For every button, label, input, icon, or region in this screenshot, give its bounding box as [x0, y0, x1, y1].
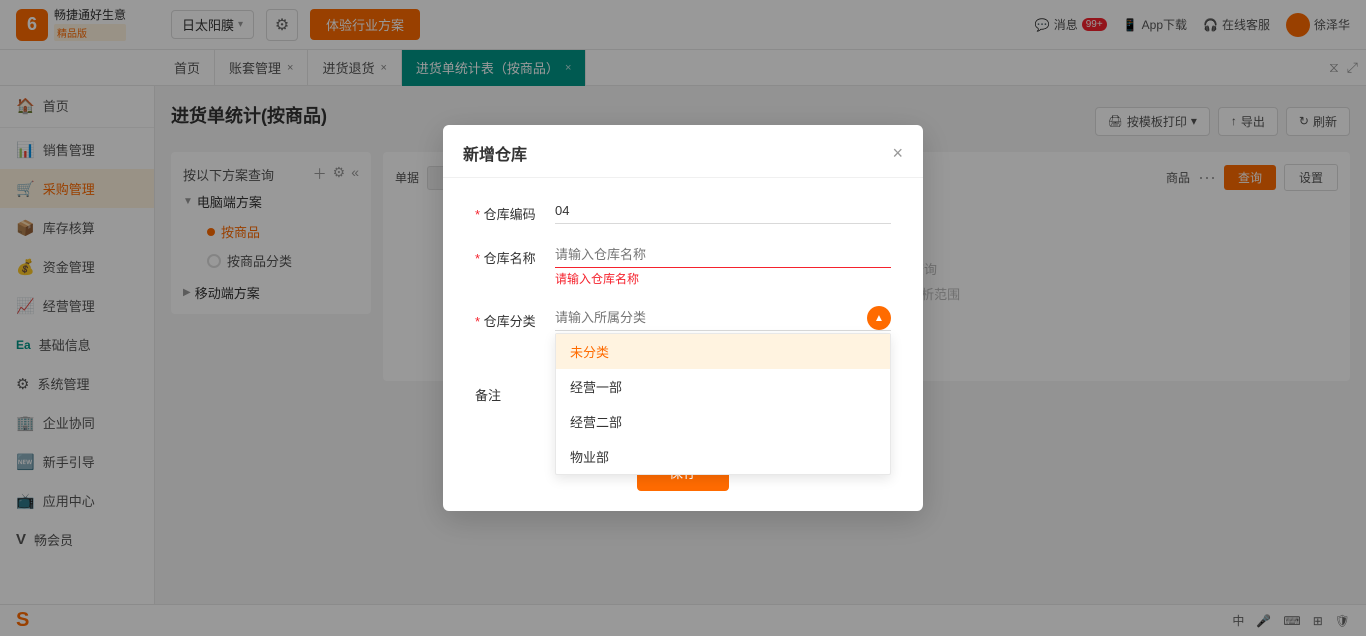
code-field: [555, 198, 891, 224]
category-input[interactable]: [555, 305, 891, 331]
modal-close-icon[interactable]: ×: [892, 144, 903, 162]
form-row-name: 仓库名称 请输入仓库名称: [475, 242, 891, 287]
modal-header: 新增仓库 ×: [443, 125, 923, 178]
form-row-code: 仓库编码: [475, 198, 891, 224]
category-dropdown-arrow-icon[interactable]: ▲: [867, 306, 891, 330]
new-warehouse-modal: 新增仓库 × 仓库编码 仓库名称 请输入仓库名称 仓库分类 ▲: [443, 125, 923, 511]
dropdown-item-unclassified[interactable]: 未分类: [556, 334, 890, 369]
name-label: 仓库名称: [475, 242, 555, 267]
dropdown-item-dept3[interactable]: 物业部: [556, 439, 890, 474]
category-dropdown: 未分类 经营一部 经营二部 物业部: [555, 333, 891, 475]
code-input[interactable]: [555, 198, 891, 224]
name-error-msg: 请输入仓库名称: [555, 270, 891, 287]
category-select-wrapper: ▲ 未分类 经营一部 经营二部 物业部: [555, 305, 891, 331]
remarks-label: 备注: [475, 379, 555, 404]
modal-body: 仓库编码 仓库名称 请输入仓库名称 仓库分类 ▲ 未分类 经营一部: [443, 178, 923, 443]
dropdown-item-dept2[interactable]: 经营二部: [556, 404, 890, 439]
code-label: 仓库编码: [475, 198, 555, 223]
name-field: 请输入仓库名称: [555, 242, 891, 287]
dropdown-item-dept1[interactable]: 经营一部: [556, 369, 890, 404]
category-label: 仓库分类: [475, 305, 555, 330]
name-input[interactable]: [555, 242, 891, 268]
modal-title: 新增仓库: [463, 141, 527, 165]
form-row-category: 仓库分类 ▲ 未分类 经营一部 经营二部 物业部: [475, 305, 891, 331]
